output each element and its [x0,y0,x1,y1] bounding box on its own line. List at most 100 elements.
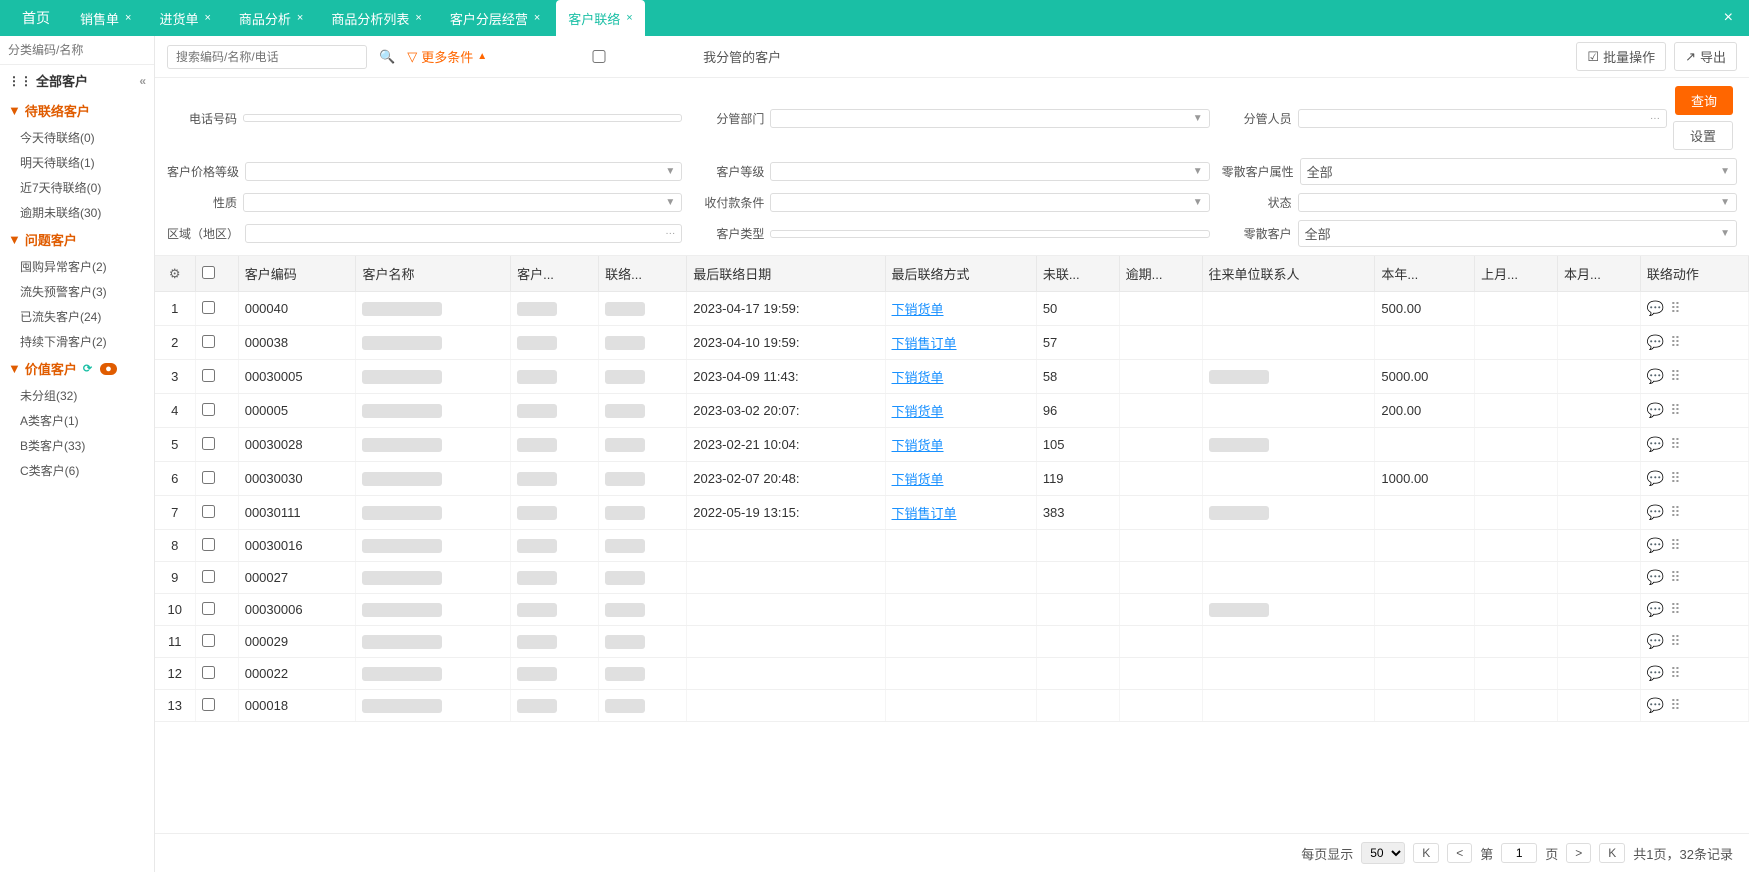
col-name[interactable]: 客户名称 [356,256,511,292]
nature-select[interactable]: ▼ [243,193,682,212]
row-checkbox[interactable] [195,462,238,496]
more-icon[interactable]: ⠿ [1670,368,1680,385]
all-customers-header[interactable]: ⋮⋮ 全部客户 « [0,65,154,96]
row-checkbox[interactable] [195,658,238,690]
col-last-contact-date[interactable]: 最后联络日期 [687,256,885,292]
sidebar-ungrouped[interactable]: 未分组(32) [0,383,154,408]
col-overdue[interactable]: 逾期... [1119,256,1202,292]
chat-icon[interactable]: 💬 [1647,601,1664,618]
row-checkbox[interactable] [195,626,238,658]
more-icon[interactable]: ⠿ [1670,470,1680,487]
contact-type-link[interactable]: 下销货单 [892,404,944,419]
manager-select[interactable]: ··· [1298,109,1667,128]
chat-icon[interactable]: 💬 [1647,470,1664,487]
chat-icon[interactable]: 💬 [1647,697,1664,714]
col-not-contact[interactable]: 未联... [1036,256,1119,292]
sidebar-today-pending[interactable]: 今天待联络(0) [0,125,154,150]
select-all-checkbox[interactable] [202,266,215,279]
row-checkbox[interactable] [195,394,238,428]
export-button[interactable]: ↗ 导出 [1674,42,1737,71]
sidebar-7days-pending[interactable]: 近7天待联络(0) [0,175,154,200]
chat-icon[interactable]: 💬 [1647,504,1664,521]
nav-home[interactable]: 首页 [8,0,64,36]
row-checkbox[interactable] [195,326,238,360]
problem-customers-group[interactable]: ▼ 问题客户 [0,225,154,254]
row-checkbox[interactable] [195,496,238,530]
sidebar-tomorrow-pending[interactable]: 明天待联络(1) [0,150,154,175]
row-contact-type[interactable] [885,594,1036,626]
row-contact-type[interactable] [885,562,1036,594]
page-size-select[interactable]: 50 [1361,842,1405,864]
col-contact[interactable]: 联络... [599,256,687,292]
row-checkbox[interactable] [195,562,238,594]
row-contact-type[interactable] [885,530,1036,562]
chat-icon[interactable]: 💬 [1647,300,1664,317]
row-contact-type[interactable]: 下销货单 [885,428,1036,462]
row-contact-type[interactable]: 下销货单 [885,394,1036,428]
nav-tab-sales[interactable]: 销售单 × [68,0,143,36]
search-icon[interactable]: 🔍 [379,49,395,65]
contact-type-link[interactable]: 下销售订单 [892,506,957,521]
nav-tab-product-analysis[interactable]: 商品分析 × [227,0,315,36]
nav-tab-product-list[interactable]: 商品分析列表 × [319,0,433,36]
close-customer-contact-tab[interactable]: × [626,12,632,24]
col-this-year[interactable]: 本年... [1375,256,1475,292]
sidebar-search-input[interactable] [8,43,155,57]
chat-icon[interactable]: 💬 [1647,537,1664,554]
reset-button[interactable]: 设置 [1673,121,1733,150]
nav-tab-customer-tier[interactable]: 客户分层经营 × [438,0,552,36]
prev-page-btn[interactable]: < [1447,843,1472,863]
contact-type-link[interactable]: 下销货单 [892,302,944,317]
retail-cust-select[interactable]: 全部 ▼ [1298,220,1737,247]
row-checkbox[interactable] [195,292,238,326]
cust-level-select[interactable]: ▼ [770,162,1209,181]
sidebar-class-c[interactable]: C类客户(6) [0,458,154,483]
close-sales-tab[interactable]: × [125,12,131,24]
col-last-month[interactable]: 上月... [1475,256,1558,292]
row-checkbox[interactable] [195,428,238,462]
row-contact-type[interactable]: 下销售订单 [885,496,1036,530]
row-contact-type[interactable] [885,626,1036,658]
chat-icon[interactable]: 💬 [1647,436,1664,453]
row-contact-type[interactable] [885,690,1036,722]
more-conditions-btn[interactable]: ▽ 更多条件 ▲ [407,47,487,66]
dept-select[interactable]: ▼ [770,109,1209,128]
sidebar-lost-customers[interactable]: 已流失客户(24) [0,304,154,329]
more-icon[interactable]: ⠿ [1670,300,1680,317]
last-page-btn[interactable]: K [1599,843,1625,863]
payment-select[interactable]: ▼ [770,193,1209,212]
col-last-contact-type[interactable]: 最后联络方式 [885,256,1036,292]
more-icon[interactable]: ⠿ [1670,436,1680,453]
more-icon[interactable]: ⠿ [1670,402,1680,419]
more-icon[interactable]: ⠿ [1670,537,1680,554]
row-contact-type[interactable]: 下销货单 [885,360,1036,394]
sidebar-class-b[interactable]: B类客户(33) [0,433,154,458]
chat-icon[interactable]: 💬 [1647,665,1664,682]
contact-type-link[interactable]: 下销售订单 [892,336,957,351]
nav-tab-customer-contact[interactable]: 客户联络 × [556,0,644,36]
more-icon[interactable]: ⠿ [1670,633,1680,650]
row-checkbox[interactable] [195,594,238,626]
next-page-btn[interactable]: > [1566,843,1591,863]
sidebar-declining-customers[interactable]: 持续下滑客户(2) [0,329,154,354]
contact-type-link[interactable]: 下销货单 [892,370,944,385]
search-input[interactable] [167,45,367,69]
row-checkbox[interactable] [195,360,238,394]
batch-ops-button[interactable]: ☑ 批量操作 [1576,42,1666,71]
chat-icon[interactable]: 💬 [1647,368,1664,385]
value-customers-group[interactable]: ▼ 价值客户 ⟳ ● [0,354,154,383]
row-checkbox[interactable] [195,530,238,562]
page-input[interactable] [1501,843,1537,863]
contact-type-link[interactable]: 下销货单 [892,472,944,487]
price-level-select[interactable]: ▼ [245,162,682,181]
col-code[interactable]: 客户编码 [238,256,356,292]
close-customer-tier-tab[interactable]: × [534,12,540,24]
col-unit-contact[interactable]: 往来单位联系人 [1202,256,1375,292]
first-page-btn[interactable]: K [1413,843,1439,863]
sidebar-class-a[interactable]: A类客户(1) [0,408,154,433]
my-customers-checkbox[interactable] [499,50,699,63]
more-icon[interactable]: ⠿ [1670,504,1680,521]
contact-type-link[interactable]: 下销货单 [892,438,944,453]
phone-select[interactable] [243,114,682,122]
row-contact-type[interactable]: 下销售订单 [885,326,1036,360]
